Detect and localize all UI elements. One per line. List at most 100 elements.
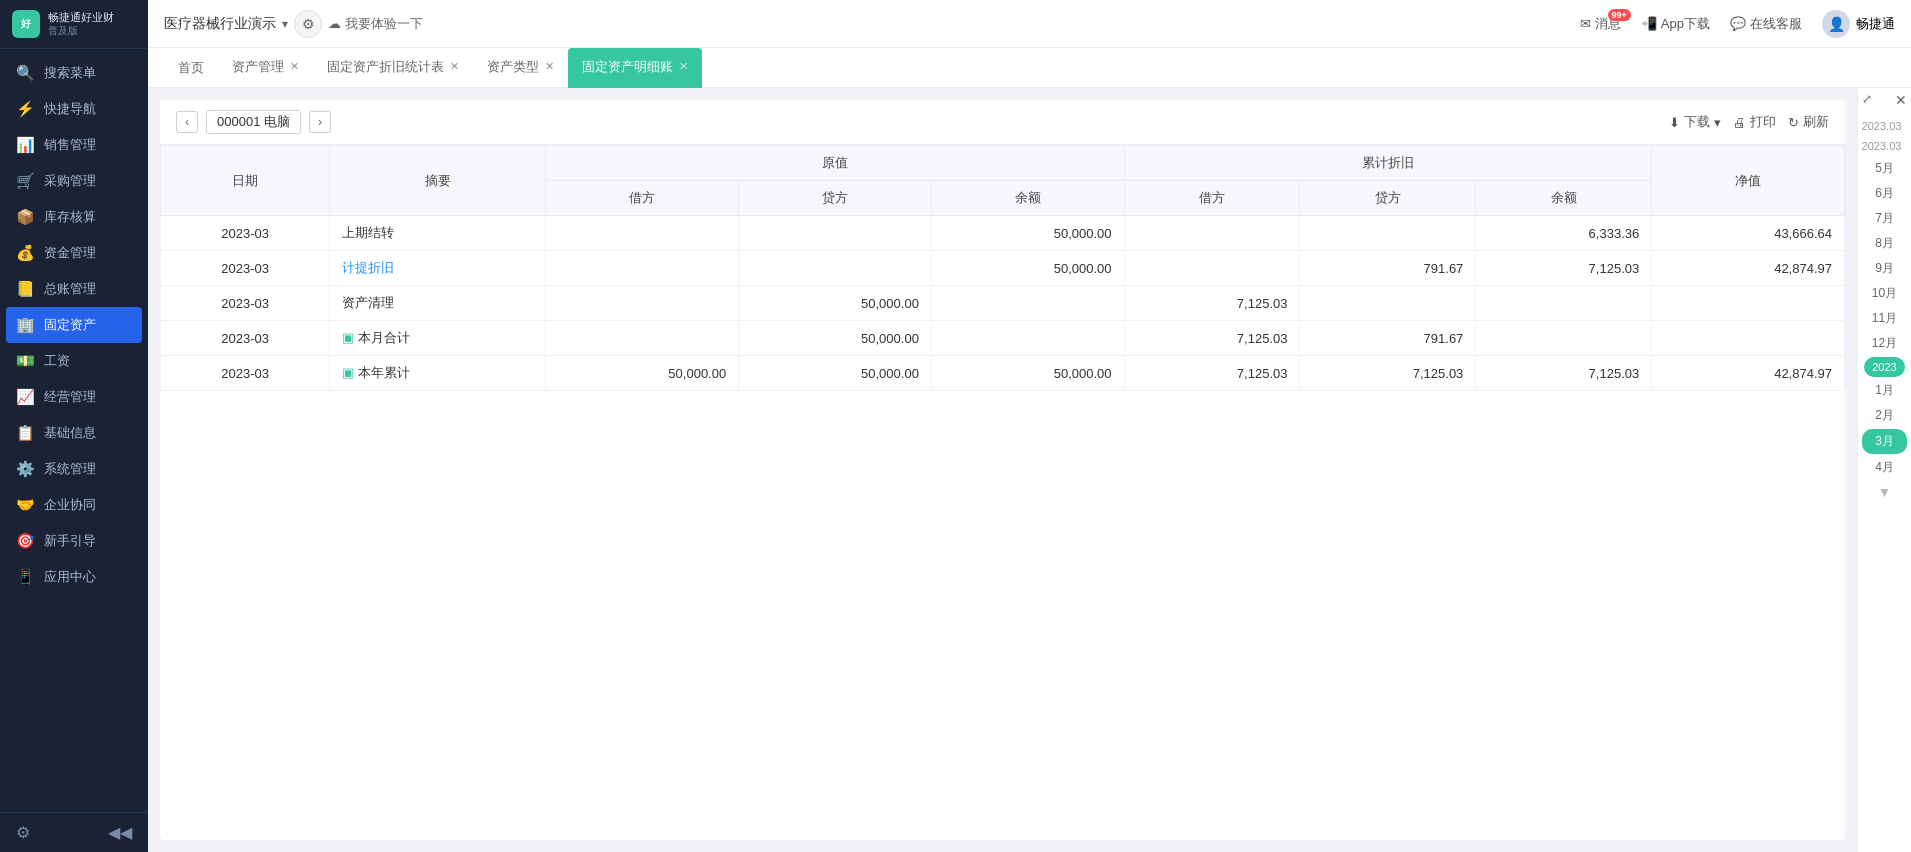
collapse-sidebar-btn[interactable]: ◀◀ [108, 823, 132, 842]
td-orig-debit: 50,000.00 [546, 356, 739, 391]
tl-month-2[interactable]: 2月 [1858, 403, 1911, 428]
tab-detail-ledger-close[interactable]: ✕ [679, 60, 688, 73]
td-orig-credit [739, 251, 932, 286]
sidebar-item-basics[interactable]: 📋 基础信息 [0, 415, 148, 451]
sidebar-item-ledger[interactable]: 📒 总账管理 [0, 271, 148, 307]
download-btn[interactable]: ⬇ 下载 ▾ [1669, 113, 1721, 131]
ledger-table: 日期 摘要 原值 累计折旧 净值 借方 贷方 余额 借方 贷方 余额 [160, 145, 1845, 391]
download-action[interactable]: 📲 App下载 [1641, 15, 1710, 33]
tab-assets-mgmt[interactable]: 资产管理 ✕ [218, 48, 313, 88]
sidebar-item-funds[interactable]: 💰 资金管理 [0, 235, 148, 271]
tl-month-7[interactable]: 7月 [1858, 206, 1911, 231]
tl-month-9[interactable]: 9月 [1858, 256, 1911, 281]
tl-month-11[interactable]: 11月 [1858, 306, 1911, 331]
tl-month-10[interactable]: 10月 [1858, 281, 1911, 306]
th-accum-credit: 贷方 [1300, 181, 1476, 216]
refresh-btn[interactable]: ↻ 刷新 [1788, 113, 1829, 131]
tl-month-12[interactable]: 12月 [1858, 331, 1911, 356]
inventory-icon: 📦 [16, 208, 34, 226]
th-summary: 摘要 [330, 146, 546, 216]
timeline-expand-btn[interactable]: ⤢ [1862, 92, 1872, 106]
tabs-bar: 首页 资产管理 ✕ 固定资产折旧统计表 ✕ 资产类型 ✕ 固定资产明细账 ✕ [148, 48, 1911, 88]
sidebar-item-quicknav[interactable]: ⚡ 快捷导航 [0, 91, 148, 127]
tab-asset-type-close[interactable]: ✕ [545, 60, 554, 73]
prev-asset-btn[interactable]: ‹ [176, 111, 198, 133]
asset-tag: 000001 电脑 [206, 110, 301, 134]
main-area: 医疗器械行业演示 ▾ ⚙ ☁ 我要体验一下 ✉ 消息 99+ 📲 App下载 💬… [148, 0, 1911, 852]
username: 畅捷通 [1856, 15, 1895, 33]
tab-depreciation[interactable]: 固定资产折旧统计表 ✕ [313, 48, 473, 88]
td-orig-balance: 50,000.00 [931, 251, 1124, 286]
td-orig-balance: 50,000.00 [931, 356, 1124, 391]
sidebar-item-purchase[interactable]: 🛒 采购管理 [0, 163, 148, 199]
th-accum-balance: 余额 [1476, 181, 1652, 216]
print-label: 打印 [1750, 113, 1776, 131]
messages-action[interactable]: ✉ 消息 99+ [1580, 15, 1621, 33]
sidebar-item-inventory[interactable]: 📦 库存核算 [0, 199, 148, 235]
funds-icon: 💰 [16, 244, 34, 262]
sidebar-label-guide: 新手引导 [44, 532, 96, 550]
th-accumulated-depreciation: 累计折旧 [1124, 146, 1652, 181]
tl-year-2023[interactable]: 2023 [1864, 357, 1905, 377]
data-table: 日期 摘要 原值 累计折旧 净值 借方 贷方 余额 借方 贷方 余额 [160, 145, 1845, 840]
collab-icon: 🤝 [16, 496, 34, 514]
sidebar-item-guide[interactable]: 🎯 新手引导 [0, 523, 148, 559]
td-accum-balance [1476, 321, 1652, 356]
tl-month-3[interactable]: 3月 [1862, 429, 1907, 454]
next-asset-btn[interactable]: › [309, 111, 331, 133]
timeline-close-btn[interactable]: ✕ [1895, 92, 1907, 108]
tab-depreciation-close[interactable]: ✕ [450, 60, 459, 73]
sidebar-item-collab[interactable]: 🤝 企业协同 [0, 487, 148, 523]
app-version: 普及版 [48, 24, 114, 38]
td-date: 2023-03 [161, 251, 330, 286]
tab-home-label: 首页 [178, 59, 204, 77]
tl-month-4[interactable]: 4月 [1858, 455, 1911, 480]
tab-depreciation-label: 固定资产折旧统计表 [327, 58, 444, 76]
td-accum-debit: 7,125.03 [1124, 356, 1300, 391]
topbar-user[interactable]: 👤 畅捷通 [1822, 10, 1895, 38]
table-row: 2023-03 计提折旧 50,000.00 791.67 7,125.03 4… [161, 251, 1845, 286]
company-name: 医疗器械行业演示 [164, 15, 276, 33]
sidebar-label-basics: 基础信息 [44, 424, 96, 442]
logo-icon: 好 [12, 10, 40, 38]
timeline-down-btn[interactable]: ▼ [1874, 480, 1896, 504]
company-dropdown-btn[interactable]: ▾ [282, 17, 288, 31]
settings-bottom-icon[interactable]: ⚙ [16, 823, 30, 842]
sidebar-item-sales[interactable]: 📊 销售管理 [0, 127, 148, 163]
table-toolbar: ‹ 000001 电脑 › ⬇ 下载 ▾ 🖨 打印 ↻ 刷新 [160, 100, 1845, 145]
topbar-right: ✉ 消息 99+ 📲 App下载 💬 在线客服 👤 畅捷通 [1580, 10, 1895, 38]
experience-label: 我要体验一下 [345, 15, 423, 33]
sidebar-label-purchase: 采购管理 [44, 172, 96, 190]
sidebar-item-payroll[interactable]: 💵 工资 [0, 343, 148, 379]
td-net-value: 42,874.97 [1652, 251, 1845, 286]
tab-assets-mgmt-close[interactable]: ✕ [290, 60, 299, 73]
td-orig-credit [739, 216, 932, 251]
tab-home[interactable]: 首页 [164, 49, 218, 87]
apps-icon: 📱 [16, 568, 34, 586]
sidebar-item-system[interactable]: ⚙️ 系统管理 [0, 451, 148, 487]
sidebar-item-operations[interactable]: 📈 经营管理 [0, 379, 148, 415]
sidebar-label-payroll: 工资 [44, 352, 70, 370]
guide-icon: 🎯 [16, 532, 34, 550]
print-btn[interactable]: 🖨 打印 [1733, 113, 1776, 131]
td-date: 2023-03 [161, 216, 330, 251]
tab-detail-ledger[interactable]: 固定资产明细账 ✕ [568, 48, 702, 88]
assets-icon: 🏢 [16, 316, 34, 334]
support-action[interactable]: 💬 在线客服 [1730, 15, 1802, 33]
sidebar-item-apps[interactable]: 📱 应用中心 [0, 559, 148, 595]
company-settings-btn[interactable]: ⚙ [294, 10, 322, 38]
th-orig-balance: 余额 [931, 181, 1124, 216]
sidebar-item-search[interactable]: 🔍 搜索菜单 [0, 55, 148, 91]
refresh-icon: ↻ [1788, 115, 1799, 130]
tl-month-6[interactable]: 6月 [1858, 181, 1911, 206]
tab-asset-type[interactable]: 资产类型 ✕ [473, 48, 568, 88]
tl-month-8[interactable]: 8月 [1858, 231, 1911, 256]
tl-month-1[interactable]: 1月 [1858, 378, 1911, 403]
sidebar-label-funds: 资金管理 [44, 244, 96, 262]
search-icon: 🔍 [16, 64, 34, 82]
experience-btn[interactable]: ☁ 我要体验一下 [328, 15, 423, 33]
refresh-label: 刷新 [1803, 113, 1829, 131]
sidebar-label-system: 系统管理 [44, 460, 96, 478]
tl-month-5[interactable]: 5月 [1858, 156, 1911, 181]
sidebar-item-assets[interactable]: 🏢 固定资产 [6, 307, 142, 343]
